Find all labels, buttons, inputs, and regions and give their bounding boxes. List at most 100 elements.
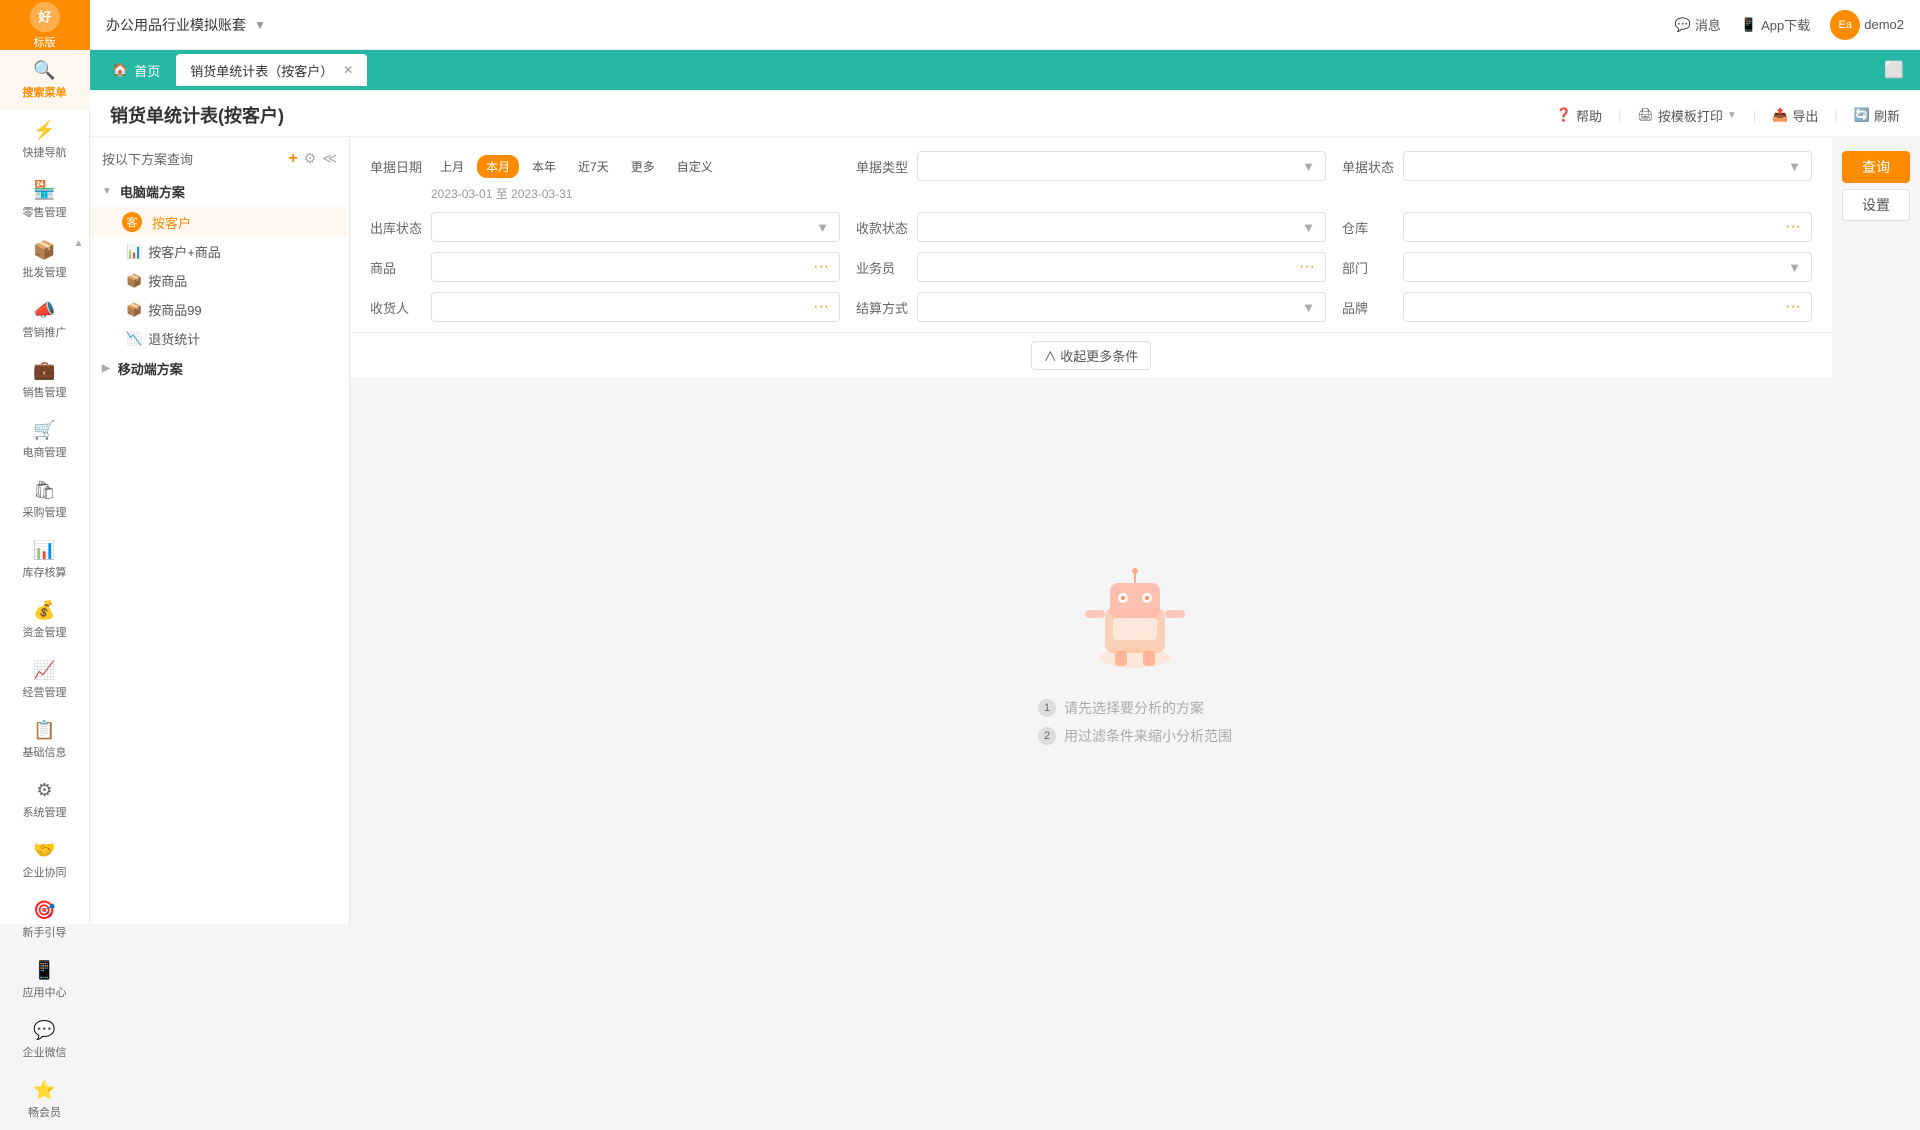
download-icon: 📱 [1741,17,1757,33]
marketing-icon: 📣 [33,300,55,321]
tip-num-2: 2 [1038,727,1056,745]
tab-sales-stat[interactable]: 销货单统计表（按客户） ✕ [176,54,367,86]
receipt-status-field: 收款状态 ▼ [856,212,1326,242]
sub-icon-1: 📊 [126,244,142,260]
empty-tip-2: 2 用过滤条件来缩小分析范围 [1038,726,1232,746]
tree-item-by-product-99[interactable]: 📦 按商品99 [90,295,349,324]
sub-icon-2: 📦 [126,273,142,289]
wholesale-arrow: ▲ [74,238,84,249]
receiver-dots-icon[interactable]: ··· [813,298,829,316]
sidebar-item-finance[interactable]: 💰 资金管理 [0,590,90,650]
date-btn-7days[interactable]: 近7天 [569,155,618,178]
product-input[interactable]: ··· [431,252,840,282]
payment-method-field: 结算方式 ▼ [856,292,1326,322]
tree-item-by-customer[interactable]: 客 按客户 [90,207,349,237]
sidebar-item-guide[interactable]: 🎯 新手引导 [0,890,90,950]
ecommerce-icon: 🛒 [33,420,55,441]
message-btn[interactable]: 💬 消息 [1675,15,1721,34]
dept-select[interactable]: ▼ [1403,252,1812,282]
tab-home[interactable]: 🏠 首页 [98,54,174,86]
message-icon: 💬 [1675,17,1691,33]
salesperson-input[interactable]: ··· [917,252,1326,282]
sidebar-item-basic[interactable]: 📋 基础信息 [0,710,90,770]
collapse-panel-btn[interactable]: ≪ [322,150,337,168]
page-content: 销货单统计表(按客户) ❓ 帮助 | 🖨 按模板打印 ▼ | 📤 [90,90,1920,924]
sidebar-item-member[interactable]: ⭐ 畅会员 [0,1070,90,1130]
add-scheme-btn[interactable]: + [288,150,297,168]
collapse-row: ∧ 收起更多条件 [350,333,1832,379]
tab-maximize-btn[interactable]: ⬜ [1876,56,1912,84]
receiver-label: 收货人 [370,298,425,317]
topbar-left: 办公用品行业模拟账套 ▼ [106,15,266,35]
help-btn[interactable]: ❓ 帮助 [1556,106,1602,125]
date-label: 单据日期 [370,157,425,176]
sidebar-item-purchase[interactable]: 🛍 采购管理 [0,470,90,530]
tree-item-return-stat[interactable]: 📉 退货统计 [90,324,349,353]
payment-method-label: 结算方式 [856,298,911,317]
sidebar-item-corpwechat[interactable]: 💬 企业微信 [0,1010,90,1070]
guide-icon: 🎯 [33,900,55,921]
sidebar-logo-text: 标版 [34,34,56,50]
warehouse-dots-icon[interactable]: ··· [1785,218,1801,236]
tab-close-icon[interactable]: ✕ [343,63,353,77]
receipt-status-select[interactable]: ▼ [917,212,1326,242]
tree-group-mobile[interactable]: ▶ 移动端方案 [90,353,349,384]
search-icon: 🔍 [33,60,55,81]
brand-input[interactable]: ··· [1403,292,1812,322]
payment-method-select[interactable]: ▼ [917,292,1326,322]
warehouse-field: 仓库 ··· [1342,212,1812,242]
out-status-select[interactable]: ▼ [431,212,840,242]
export-btn[interactable]: 📤 导出 [1772,106,1818,125]
date-btn-custom[interactable]: 自定义 [668,155,722,178]
left-panel-title: 按以下方案查询 [102,149,193,168]
sidebar-item-appcenter[interactable]: 📱 应用中心 [0,950,90,1010]
warehouse-input[interactable]: ··· [1403,212,1812,242]
date-btn-last-month[interactable]: 上月 [431,155,473,178]
receiver-field: 收货人 ··· [370,292,840,322]
date-quick-btns: 上月 本月 本年 近7天 更多 自定义 [431,155,722,178]
print-btn[interactable]: 🖨 按模板打印 ▼ [1637,106,1736,125]
topbar: 办公用品行业模拟账套 ▼ 💬 消息 📱 App下载 Ea demo2 [90,0,1920,50]
settings-button[interactable]: 设置 [1842,189,1910,221]
sidebar-item-retail[interactable]: 🏪 零售管理 [0,170,90,230]
tree-arrow-desktop: ▼ [102,186,112,197]
date-btn-more[interactable]: 更多 [622,155,664,178]
order-type-select[interactable]: ▼ [917,151,1326,181]
page-header: 销货单统计表(按客户) ❓ 帮助 | 🖨 按模板打印 ▼ | 📤 [90,90,1920,137]
salesperson-dots-icon[interactable]: ··· [1299,258,1315,276]
sidebar-item-marketing[interactable]: 📣 营销推广 [0,290,90,350]
receiver-input[interactable]: ··· [431,292,840,322]
sidebar-item-system[interactable]: ⚙ 系统管理 [0,770,90,830]
empty-state: 1 请先选择要分析的方案 2 用过滤条件来缩小分析范围 [350,379,1920,924]
tree-item-by-product[interactable]: 📦 按商品 [90,266,349,295]
user-profile[interactable]: Ea demo2 [1830,10,1904,40]
receipt-status-down-icon: ▼ [1302,220,1315,235]
query-button[interactable]: 查询 [1842,151,1910,183]
tree-group-desktop[interactable]: ▼ 电脑端方案 [90,176,349,207]
left-panel-header: 按以下方案查询 + ⚙ ≪ [90,149,349,176]
btn-col: 查询 设置 [1832,137,1920,379]
sidebar-item-search[interactable]: 🔍 搜索菜单 [0,50,90,110]
date-btn-this-month[interactable]: 本月 [477,155,519,178]
date-btn-this-year[interactable]: 本年 [523,155,565,178]
settings-scheme-btn[interactable]: ⚙ [304,150,317,168]
sidebar-item-inventory[interactable]: 📊 库存核算 [0,530,90,590]
tree-item-by-customer-product[interactable]: 📊 按客户+商品 [90,237,349,266]
product-dots-icon[interactable]: ··· [813,258,829,276]
collapse-more-btn[interactable]: ∧ 收起更多条件 [1031,341,1152,370]
app-download-btn[interactable]: 📱 App下载 [1741,15,1810,34]
sidebar-item-shortcuts[interactable]: ⚡ 快捷导航 [0,110,90,170]
topbar-right: 💬 消息 📱 App下载 Ea demo2 [1675,10,1904,40]
order-status-select[interactable]: ▼ [1403,151,1812,181]
sidebar-item-operation[interactable]: 📈 经营管理 [0,650,90,710]
refresh-btn[interactable]: 🔄 刷新 [1854,106,1900,125]
sidebar-item-wholesale[interactable]: 📦 批发管理 ▲ [0,230,90,290]
topbar-dropdown-icon[interactable]: ▼ [254,18,266,32]
page-actions: ❓ 帮助 | 🖨 按模板打印 ▼ | 📤 导出 | [1556,106,1900,125]
sidebar-item-cooperation[interactable]: 🤝 企业协同 [0,830,90,890]
brand-dots-icon[interactable]: ··· [1785,298,1801,316]
sidebar-item-sales[interactable]: 💼 销售管理 [0,350,90,410]
sidebar-item-ecommerce[interactable]: 🛒 电商管理 [0,410,90,470]
sub-icon-3: 📦 [126,302,142,318]
page-title: 销货单统计表(按客户) [110,102,284,128]
